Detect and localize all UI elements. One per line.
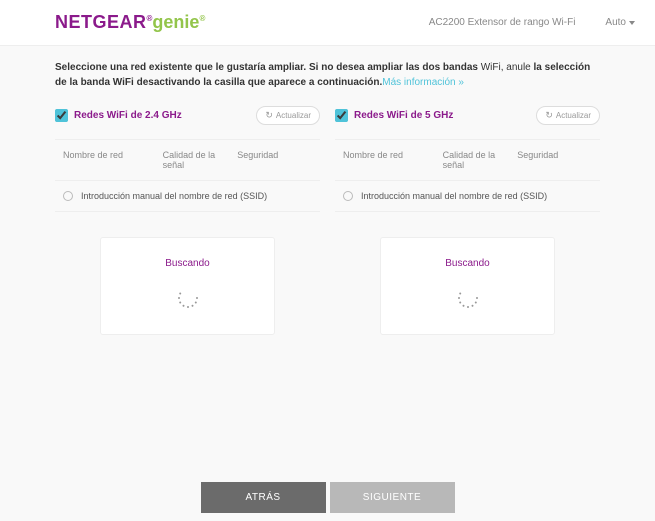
model-label: AC2200 Extensor de rango Wi-Fi	[429, 17, 576, 28]
next-button[interactable]: SIGUIENTE	[330, 482, 455, 513]
manual-ssid-label: Introducción manual del nombre de red (S…	[361, 191, 547, 201]
checkbox-24ghz[interactable]	[55, 109, 68, 122]
manual-ssid-label: Introducción manual del nombre de red (S…	[81, 191, 267, 201]
searching-label: Buscando	[391, 258, 544, 269]
title-5ghz: Redes WiFi de 5 GHz	[354, 110, 453, 121]
th-name: Nombre de red	[63, 150, 163, 170]
more-info-link[interactable]: Más información »	[382, 77, 464, 88]
brand-logo: NETGEAR®genie®	[55, 12, 205, 33]
auto-dropdown[interactable]: Auto	[605, 17, 635, 28]
update-button-5[interactable]: Actualizar	[536, 106, 600, 125]
col-header-5: Redes WiFi de 5 GHz Actualizar	[335, 106, 600, 125]
back-button[interactable]: ATRÁS	[201, 482, 326, 513]
th-name: Nombre de red	[343, 150, 443, 170]
radio-icon	[343, 191, 353, 201]
th-signal: Calidad de la señal	[443, 150, 518, 170]
col-24ghz: Redes WiFi de 2.4 GHz Actualizar Nombre …	[55, 106, 320, 335]
searching-box-5: Buscando	[380, 237, 555, 335]
spinner-icon	[457, 287, 479, 309]
radio-icon	[63, 191, 73, 201]
searching-label: Buscando	[111, 258, 264, 269]
th-signal: Calidad de la señal	[163, 150, 238, 170]
spinner-icon	[177, 287, 199, 309]
th-security: Seguridad	[237, 150, 312, 170]
main-content: Seleccione una red existente que le gust…	[0, 46, 655, 335]
update-button-24[interactable]: Actualizar	[256, 106, 320, 125]
title-24ghz: Redes WiFi de 2.4 GHz	[74, 110, 182, 121]
searching-box-24: Buscando	[100, 237, 275, 335]
footer-buttons: ATRÁS SIGUIENTE	[0, 482, 655, 521]
col-header-24: Redes WiFi de 2.4 GHz Actualizar	[55, 106, 320, 125]
page-header: NETGEAR®genie® AC2200 Extensor de rango …	[0, 0, 655, 46]
th-security: Seguridad	[517, 150, 592, 170]
manual-ssid-row-5[interactable]: Introducción manual del nombre de red (S…	[335, 181, 600, 212]
table-header-24: Nombre de red Calidad de la señal Seguri…	[55, 139, 320, 181]
col-5ghz: Redes WiFi de 5 GHz Actualizar Nombre de…	[335, 106, 600, 335]
checkbox-5ghz[interactable]	[335, 109, 348, 122]
network-columns: Redes WiFi de 2.4 GHz Actualizar Nombre …	[55, 106, 600, 335]
manual-ssid-row-24[interactable]: Introducción manual del nombre de red (S…	[55, 181, 320, 212]
instructions-text: Seleccione una red existente que le gust…	[55, 60, 600, 90]
table-header-5: Nombre de red Calidad de la señal Seguri…	[335, 139, 600, 181]
